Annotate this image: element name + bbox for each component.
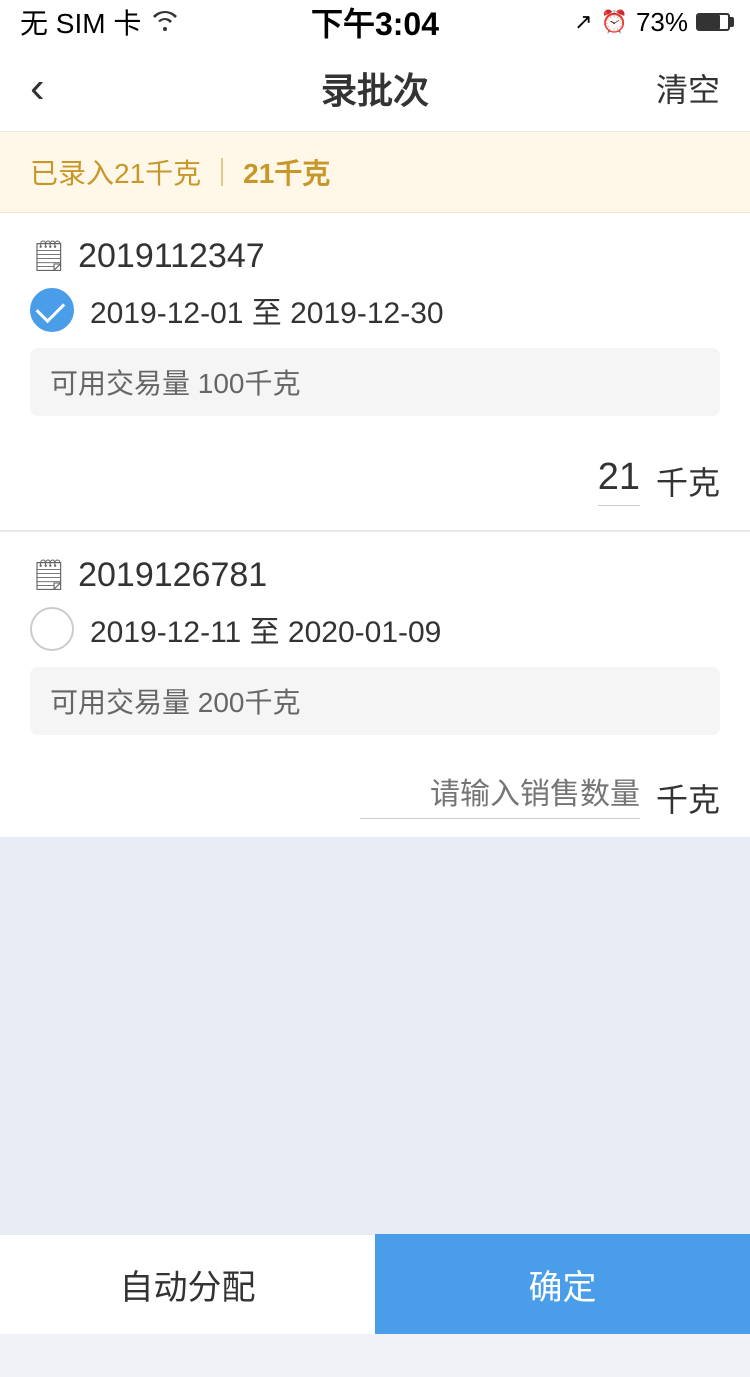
quantity-row-1: 21 千克 xyxy=(0,436,750,530)
status-left: 无 SIM 卡 xyxy=(20,2,179,42)
alarm-icon: ⏰ xyxy=(601,9,628,35)
carrier-text: 无 SIM 卡 xyxy=(20,2,141,42)
batch-card-1: 🗒 2019112347 2019-12-01 至 2019-12-30 可用交… xyxy=(0,213,750,436)
auto-distribute-button[interactable]: 自动分配 xyxy=(0,1234,375,1334)
batch-doc-icon-2: 🗒 xyxy=(30,558,68,593)
batch-available-1: 可用交易量 100千克 xyxy=(30,348,720,416)
bottom-bar: 自动分配 确定 xyxy=(0,1234,750,1334)
batch-id-2: 2019126781 xyxy=(78,556,267,595)
confirm-button[interactable]: 确定 xyxy=(375,1234,750,1334)
wifi-icon xyxy=(151,6,179,38)
page-title: 录批次 xyxy=(321,62,429,114)
recorded-label: 已录入21千克 xyxy=(30,152,201,192)
quantity-input-row-2: 千克 xyxy=(0,755,750,837)
status-time: 下午3:04 xyxy=(311,0,439,45)
batch-available-2: 可用交易量 200千克 xyxy=(30,667,720,735)
status-bar: 无 SIM 卡 下午3:04 ↗ ⏰ 73% xyxy=(0,0,750,44)
batch-header-1: 🗒 2019112347 xyxy=(30,237,720,276)
batch-card-2: 🗒 2019126781 2019-12-11 至 2020-01-09 可用交… xyxy=(0,532,750,755)
location-icon: ↗ xyxy=(574,9,592,35)
quantity-unit-2: 千克 xyxy=(656,775,720,821)
quantity-input-2[interactable] xyxy=(360,778,640,812)
batch-date-row-2: 2019-12-11 至 2020-01-09 xyxy=(30,607,720,651)
batch-dates-1: 2019-12-01 至 2019-12-30 xyxy=(90,288,444,332)
quantity-value-1: 21 xyxy=(598,456,640,499)
summary-amount: 21千克 xyxy=(243,152,330,192)
back-button[interactable]: ‹ xyxy=(30,63,90,113)
status-right: ↗ ⏰ 73% xyxy=(574,7,730,38)
nav-bar: ‹ 录批次 清空 xyxy=(0,44,750,132)
batch-checkbox-1[interactable] xyxy=(30,288,74,332)
quantity-unit-1: 千克 xyxy=(656,458,720,504)
empty-area xyxy=(0,837,750,1277)
batch-doc-icon-1: 🗒 xyxy=(30,239,68,274)
battery-icon xyxy=(696,13,730,31)
content-area: 已录入21千克 21千克 🗒 2019112347 2019-12-01 至 2… xyxy=(0,132,750,1377)
batch-id-1: 2019112347 xyxy=(78,237,265,276)
summary-banner: 已录入21千克 21千克 xyxy=(0,132,750,213)
summary-divider xyxy=(221,158,223,186)
batch-dates-2: 2019-12-11 至 2020-01-09 xyxy=(90,607,441,651)
battery-text: 73% xyxy=(636,7,688,38)
batch-header-2: 🗒 2019126781 xyxy=(30,556,720,595)
batch-date-row-1: 2019-12-01 至 2019-12-30 xyxy=(30,288,720,332)
clear-button[interactable]: 清空 xyxy=(656,65,720,111)
batch-checkbox-2[interactable] xyxy=(30,607,74,651)
